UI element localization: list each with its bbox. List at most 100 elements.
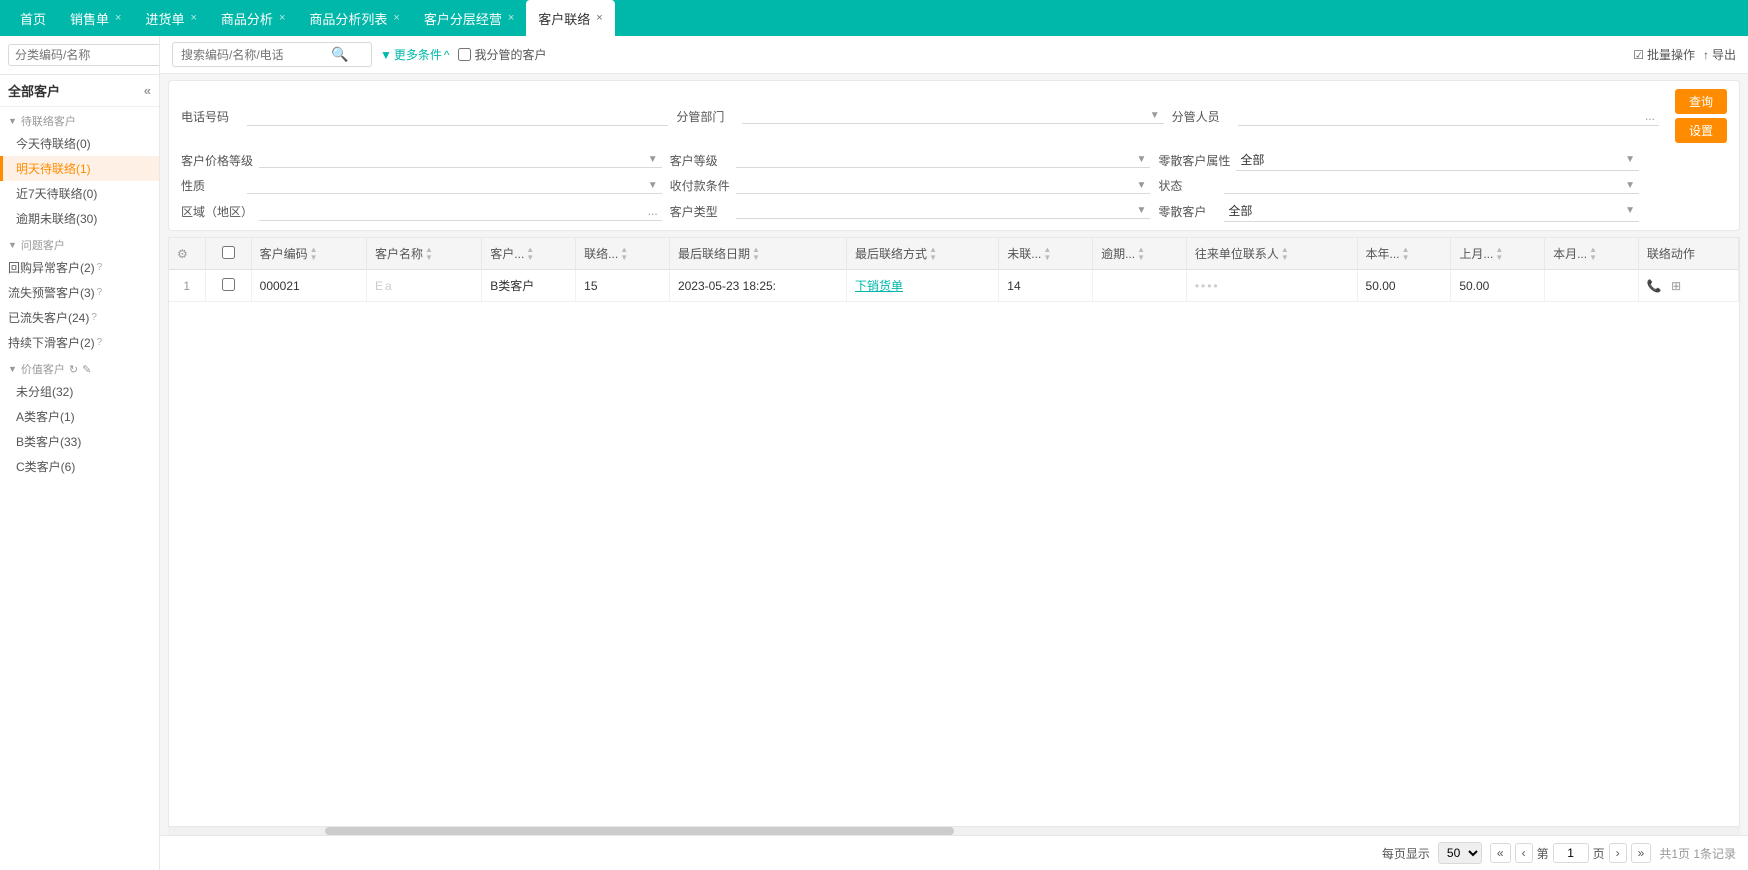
row-checkbox-cell[interactable] — [205, 270, 251, 302]
help-icon: ? — [97, 337, 103, 348]
action-qr-icon[interactable]: ⊞ — [1671, 279, 1681, 293]
th-year[interactable]: 本年... ▲▼ — [1357, 238, 1451, 270]
th-checkbox[interactable] — [205, 238, 251, 270]
sidebar-item-churn-warning[interactable]: 流失预警客户(3) ? — [0, 280, 159, 305]
scrollbar-thumb[interactable] — [325, 827, 954, 835]
total-records: 共1页 1条记录 — [1659, 845, 1736, 862]
page-number-input[interactable] — [1553, 843, 1589, 863]
first-page-button[interactable]: « — [1490, 843, 1511, 863]
row-checkbox[interactable] — [222, 278, 235, 291]
prev-page-button[interactable]: ‹ — [1515, 843, 1533, 863]
select-all-checkbox[interactable] — [222, 246, 235, 259]
sidebar-all-customers[interactable]: 全部客户 « — [0, 75, 159, 107]
sidebar-item-tomorrow[interactable]: 明天待联络(1) — [0, 156, 159, 181]
top-nav: 首页 销售单 × 进货单 × 商品分析 × 商品分析列表 × 客户分层经营 × … — [0, 0, 1748, 36]
region-select[interactable]: ... — [259, 202, 662, 221]
th-last-method[interactable]: 最后联络方式 ▲▼ — [847, 238, 999, 270]
sidebar-item-7days[interactable]: 近7天待联络(0) — [0, 181, 159, 206]
th-this-month[interactable]: 本月... ▲▼ — [1545, 238, 1639, 270]
sidebar-item-today[interactable]: 今天待联络(0) — [0, 131, 159, 156]
filter-retail-customer: 零散客户 全部 ▼ — [1158, 200, 1639, 222]
price-level-select[interactable]: ▼ — [259, 152, 662, 168]
help-icon: ? — [97, 287, 103, 298]
close-icon[interactable]: × — [596, 12, 602, 24]
batch-operation-button[interactable]: ☑ 批量操作 — [1633, 46, 1695, 63]
close-icon[interactable]: × — [115, 12, 121, 24]
retail-attr-select[interactable]: 全部 ▼ — [1236, 149, 1639, 171]
reset-button[interactable]: 设置 — [1675, 118, 1727, 143]
person-select[interactable]: ... — [1238, 107, 1659, 126]
action-phone-icon[interactable]: 📞 — [1647, 279, 1662, 293]
settings-icon[interactable]: ⚙ — [177, 247, 188, 261]
sidebar-item-class-b[interactable]: B类客户(33) — [0, 429, 159, 454]
last-page-button[interactable]: » — [1631, 843, 1652, 863]
collapse-icon[interactable]: « — [144, 83, 151, 98]
th-overdue[interactable]: 逾期... ▲▼ — [1093, 238, 1187, 270]
th-settings[interactable]: ⚙ — [169, 238, 205, 270]
th-name[interactable]: 客户名称 ▲▼ — [366, 238, 481, 270]
nav-purchase[interactable]: 进货单 × — [133, 0, 208, 36]
sidebar-item-repurchase[interactable]: 回购异常客户(2) ? — [0, 255, 159, 280]
page-size-select[interactable]: 50 — [1438, 842, 1482, 864]
contact-method-link[interactable]: 下销货单 — [855, 279, 903, 293]
search-input[interactable] — [181, 48, 331, 62]
search-button[interactable]: 🔍 — [331, 46, 348, 63]
retail-customer-select[interactable]: 全部 ▼ — [1224, 200, 1639, 222]
payment-select[interactable]: ▼ — [736, 178, 1151, 194]
nav-home[interactable]: 首页 — [8, 0, 58, 36]
nature-select[interactable]: ▼ — [247, 178, 662, 194]
sidebar-item-class-a[interactable]: A类客户(1) — [0, 404, 159, 429]
data-table: ⚙ 客户编码 ▲▼ 客户名称 ▲▼ 客户... ▲▼ 联络... ▲▼ 最后联络… — [168, 237, 1740, 827]
chevron-down-icon: ▼ — [1136, 180, 1146, 191]
more-icon[interactable]: ... — [1645, 109, 1655, 123]
status-select[interactable]: ▼ — [1224, 178, 1639, 194]
nav-product-analysis[interactable]: 商品分析 × — [209, 0, 297, 36]
sidebar-group-problem: 问题客户 — [0, 231, 159, 255]
next-page-button[interactable]: › — [1609, 843, 1627, 863]
th-not-contacted[interactable]: 未联... ▲▼ — [999, 238, 1093, 270]
filter-price-level: 客户价格等级 ▼ — [181, 152, 662, 169]
customer-name-cell[interactable]: Ea — [366, 270, 481, 302]
my-customers-check[interactable] — [458, 48, 471, 61]
th-last-month[interactable]: 上月... ▲▼ — [1451, 238, 1545, 270]
sidebar-item-ungrouped[interactable]: 未分组(32) — [0, 379, 159, 404]
nav-product-analysis-list[interactable]: 商品分析列表 × — [297, 0, 411, 36]
close-icon[interactable]: × — [279, 12, 285, 24]
more-filter-button[interactable]: ▼ 更多条件 ^ — [380, 46, 450, 63]
sidebar-search-input[interactable] — [8, 44, 160, 66]
refresh-icon[interactable]: ↻ — [69, 363, 78, 376]
query-button[interactable]: 查询 — [1675, 89, 1727, 114]
sidebar-item-class-c[interactable]: C类客户(6) — [0, 454, 159, 479]
last-contact-date-cell: 2023-05-23 18:25: — [669, 270, 846, 302]
more-icon[interactable]: ... — [648, 204, 658, 218]
sidebar-item-declining[interactable]: 持续下滑客户(2) ? — [0, 330, 159, 355]
sort-icon: ▲▼ — [620, 246, 628, 262]
search-box[interactable]: 🔍 — [172, 42, 372, 67]
dept-select[interactable]: ▼ — [742, 108, 1163, 124]
customer-type-select[interactable]: ▼ — [736, 203, 1151, 219]
th-contact-count[interactable]: 联络... ▲▼ — [576, 238, 670, 270]
customer-level-select[interactable]: ▼ — [736, 152, 1151, 168]
sidebar-item-churned[interactable]: 已流失客户(24) ? — [0, 305, 159, 330]
nav-customer-tiers[interactable]: 客户分层经营 × — [412, 0, 526, 36]
th-type[interactable]: 客户... ▲▼ — [482, 238, 576, 270]
horizontal-scrollbar[interactable] — [168, 827, 1740, 835]
sidebar-item-overdue[interactable]: 逾期未联络(30) — [0, 206, 159, 231]
th-code[interactable]: 客户编码 ▲▼ — [251, 238, 366, 270]
nav-customer-contact[interactable]: 客户联络 × — [526, 0, 614, 36]
phone-input[interactable] — [247, 107, 668, 126]
close-icon[interactable]: × — [393, 12, 399, 24]
actions-cell[interactable]: 📞 ⊞ — [1638, 270, 1738, 302]
checkbox-icon: ☑ — [1633, 48, 1644, 62]
export-button[interactable]: ↑ 导出 — [1703, 46, 1736, 63]
my-customers-checkbox[interactable]: 我分管的客户 — [458, 46, 547, 63]
edit-icon[interactable]: ✎ — [82, 363, 91, 376]
th-contact-person[interactable]: 往来单位联系人 ▲▼ — [1186, 238, 1357, 270]
th-last-date[interactable]: 最后联络日期 ▲▼ — [669, 238, 846, 270]
last-contact-method-cell[interactable]: 下销货单 — [847, 270, 999, 302]
nav-sales[interactable]: 销售单 × — [58, 0, 133, 36]
close-icon[interactable]: × — [508, 12, 514, 24]
customer-name: Ea — [375, 279, 394, 293]
close-icon[interactable]: × — [190, 12, 196, 24]
chevron-down-icon: ▼ — [1625, 180, 1635, 191]
